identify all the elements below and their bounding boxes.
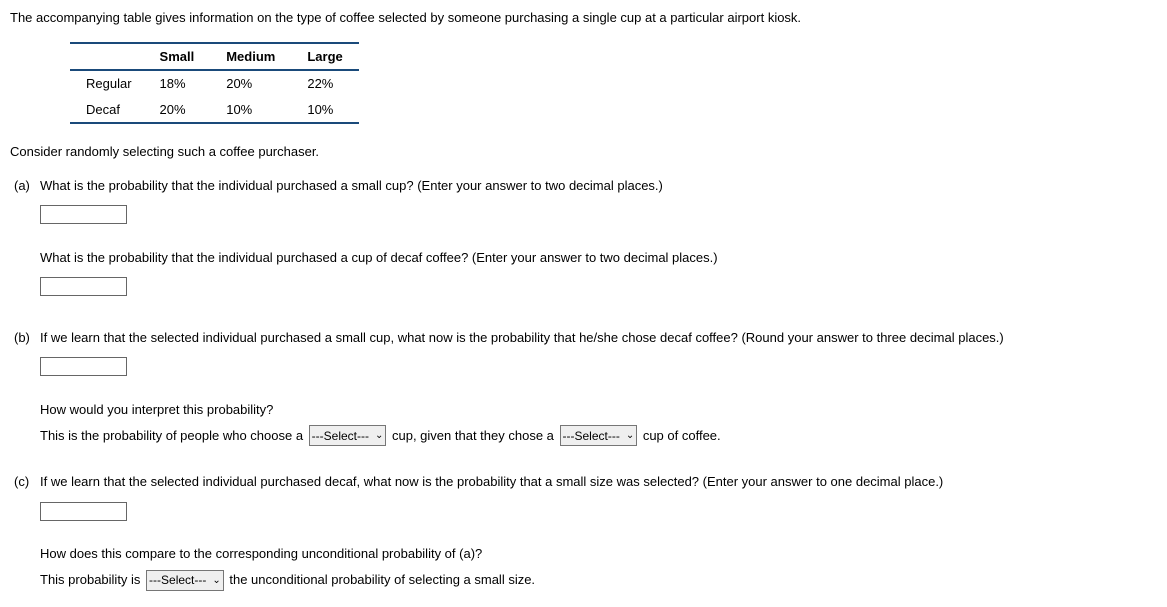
part-b-label: (b) xyxy=(10,328,40,348)
cell: 20% xyxy=(144,97,211,124)
sentence-text: cup of coffee. xyxy=(639,426,720,446)
table-row: Regular 18% 20% 22% xyxy=(70,70,359,97)
cell: 20% xyxy=(210,70,291,97)
part-a-q1: What is the probability that the individ… xyxy=(40,176,1157,196)
part-c-compare-q: How does this compare to the correspondi… xyxy=(40,544,1157,564)
part-b-input-1[interactable] xyxy=(40,357,127,376)
cell: 10% xyxy=(291,97,358,124)
table-header-small: Small xyxy=(144,43,211,71)
part-a-label: (a) xyxy=(10,176,40,196)
coffee-data-table: Small Medium Large Regular 18% 20% 22% D… xyxy=(70,42,359,125)
part-b: (b) If we learn that the selected indivi… xyxy=(10,328,1157,447)
part-b-interpret-sentence: This is the probability of people who ch… xyxy=(40,425,1157,446)
intro-text: The accompanying table gives information… xyxy=(10,8,1157,28)
sentence-text: This is the probability of people who ch… xyxy=(40,426,307,446)
part-b-select-2[interactable]: ---Select--- ⌄ xyxy=(560,425,638,446)
table-header-large: Large xyxy=(291,43,358,71)
consider-text: Consider randomly selecting such a coffe… xyxy=(10,142,1157,162)
table-header-blank xyxy=(70,43,144,71)
cell: 18% xyxy=(144,70,211,97)
row-label-regular: Regular xyxy=(70,70,144,97)
part-c-input-1[interactable] xyxy=(40,502,127,521)
part-c-select-1[interactable]: ---Select--- ⌄ xyxy=(146,570,224,591)
cell: 10% xyxy=(210,97,291,124)
part-b-q1: If we learn that the selected individual… xyxy=(40,328,1157,348)
part-c-compare-sentence: This probability is ---Select--- ⌄ the u… xyxy=(40,570,1157,591)
select-placeholder: ---Select--- xyxy=(563,427,620,445)
chevron-down-icon: ⌄ xyxy=(212,573,220,588)
sentence-text: cup, given that they chose a xyxy=(388,426,557,446)
chevron-down-icon: ⌄ xyxy=(375,428,383,443)
cell: 22% xyxy=(291,70,358,97)
row-label-decaf: Decaf xyxy=(70,97,144,124)
table-header-medium: Medium xyxy=(210,43,291,71)
part-a-q2: What is the probability that the individ… xyxy=(40,248,1157,268)
table-row: Decaf 20% 10% 10% xyxy=(70,97,359,124)
part-c: (c) If we learn that the selected indivi… xyxy=(10,472,1157,591)
part-a: (a) What is the probability that the ind… xyxy=(10,176,1157,320)
part-c-label: (c) xyxy=(10,472,40,492)
table-header-row: Small Medium Large xyxy=(70,43,359,71)
sentence-text: the unconditional probability of selecti… xyxy=(226,570,535,590)
select-placeholder: ---Select--- xyxy=(149,571,206,589)
part-a-input-1[interactable] xyxy=(40,205,127,224)
part-b-select-1[interactable]: ---Select--- ⌄ xyxy=(309,425,387,446)
sentence-text: This probability is xyxy=(40,570,144,590)
part-c-q1: If we learn that the selected individual… xyxy=(40,472,1157,492)
part-b-interpret-q: How would you interpret this probability… xyxy=(40,400,1157,420)
chevron-down-icon: ⌄ xyxy=(626,428,634,443)
part-a-input-2[interactable] xyxy=(40,277,127,296)
select-placeholder: ---Select--- xyxy=(312,427,369,445)
